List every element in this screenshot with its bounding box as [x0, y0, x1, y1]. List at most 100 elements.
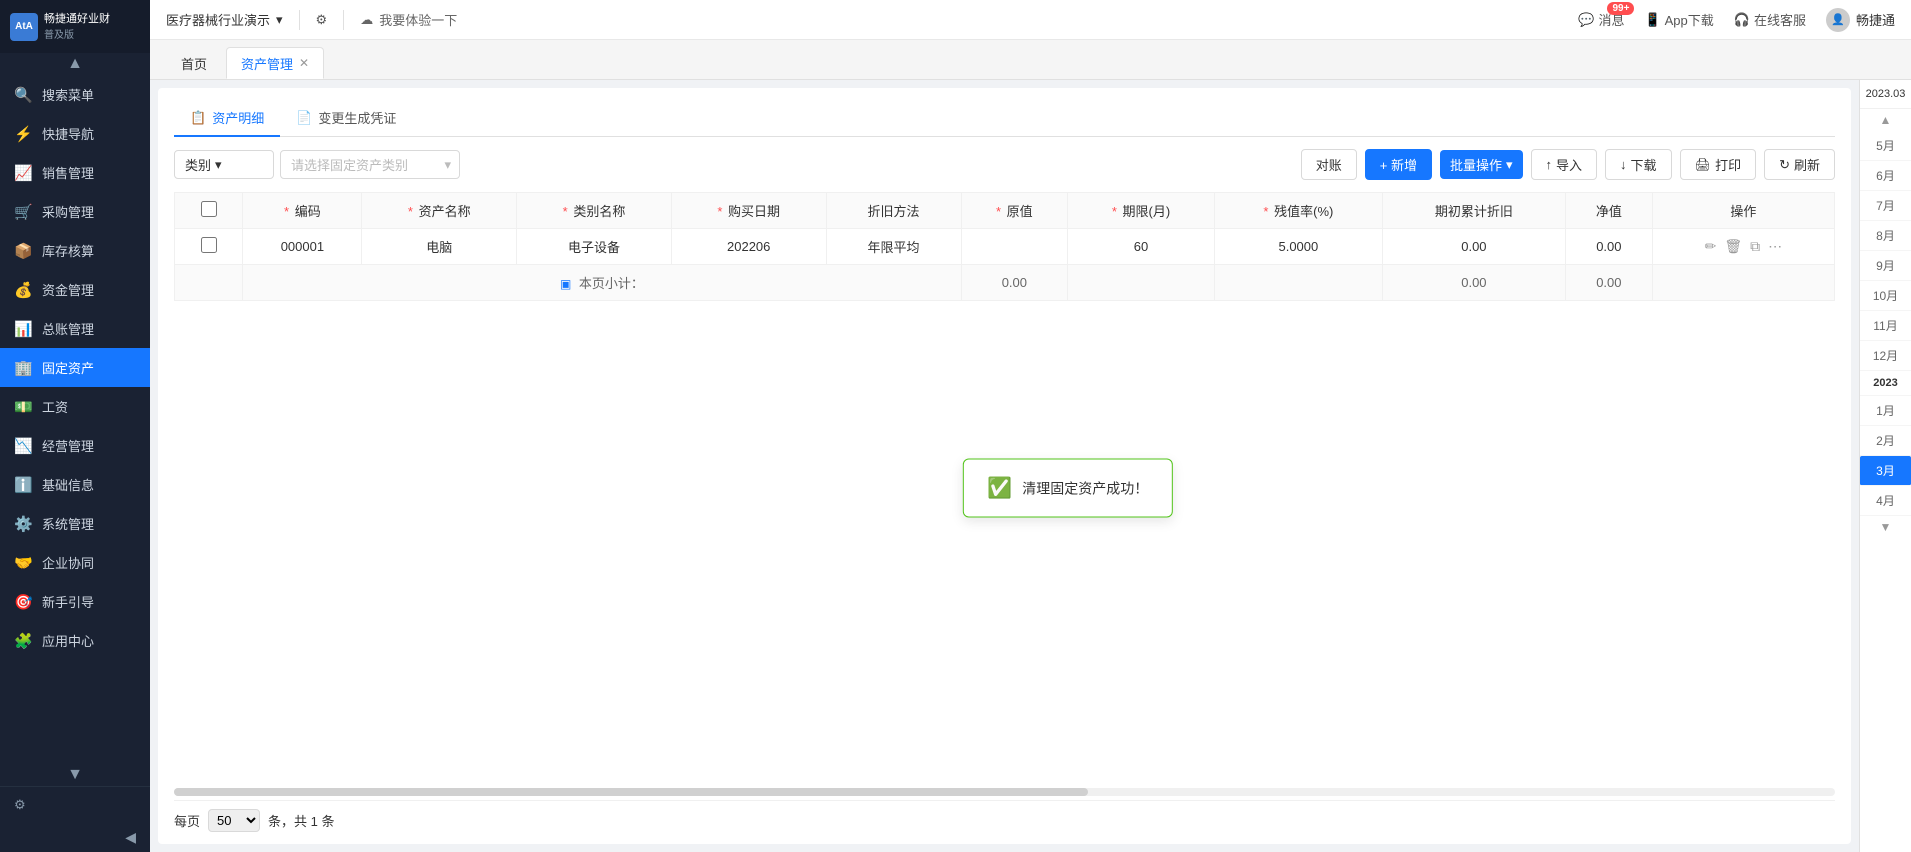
- sidebar-item-management[interactable]: 📉 经营管理: [0, 426, 150, 465]
- row-net-value: 0.00: [1565, 229, 1652, 265]
- tab-close-icon[interactable]: ✕: [299, 56, 309, 70]
- sidebar-scroll-down[interactable]: ▼: [0, 764, 150, 786]
- sidebar-nav: 🔍 搜索菜单 ⚡ 快捷导航 📈 销售管理 🛒 采购管理 📦 库存核算 💰 资金管…: [0, 75, 150, 764]
- timeline-month-7[interactable]: 7月: [1860, 191, 1911, 221]
- batch-dropdown-icon: ▾: [1506, 157, 1513, 173]
- topbar-divider2: [343, 10, 344, 30]
- experience-button[interactable]: ☁ 我要体验一下: [360, 10, 457, 29]
- sidebar-item-finance[interactable]: 💰 资金管理: [0, 270, 150, 309]
- sub-tab-change-voucher[interactable]: 📄 变更生成凭证: [280, 100, 412, 137]
- timeline-month-2[interactable]: 2月: [1860, 426, 1911, 456]
- col-purchase-date: * 购买日期: [671, 193, 826, 229]
- sidebar-item-label: 快捷导航: [42, 124, 94, 143]
- sub-tabs: 📋 资产明细 📄 变更生成凭证: [174, 100, 1835, 137]
- data-table: * 编码 * 资产名称 * 类别名称: [174, 192, 1835, 301]
- settings-button[interactable]: ⚙: [316, 12, 328, 28]
- online-service-button[interactable]: 🎧 在线客服: [1734, 10, 1806, 29]
- sidebar-item-quicknav[interactable]: ⚡ 快捷导航: [0, 114, 150, 153]
- per-page-select[interactable]: 50 100 200: [208, 809, 260, 832]
- batch-ops-button[interactable]: 批量操作 ▾: [1440, 150, 1523, 179]
- new-button[interactable]: + 新增: [1365, 149, 1432, 180]
- right-panel-down-arrow[interactable]: ▼: [1880, 516, 1892, 538]
- reconcile-button[interactable]: 对账: [1301, 149, 1357, 180]
- row-checkbox[interactable]: [201, 237, 217, 253]
- col-code: * 编码: [243, 193, 362, 229]
- table-row: 000001 电脑 电子设备 202206 年限平均 60 5.0000 0.0…: [175, 229, 1835, 265]
- timeline-month-5[interactable]: 5月: [1860, 131, 1911, 161]
- user-avatar: 👤: [1826, 8, 1850, 32]
- sidebar-item-purchase[interactable]: 🛒 采购管理: [0, 192, 150, 231]
- timeline-month-8[interactable]: 8月: [1860, 221, 1911, 251]
- right-panel-up-arrow[interactable]: ▲: [1880, 109, 1892, 131]
- sidebar-item-search[interactable]: 🔍 搜索菜单: [0, 75, 150, 114]
- timeline-month-4[interactable]: 4月: [1860, 486, 1911, 516]
- success-toast: ✅ 清理固定资产成功！: [962, 459, 1173, 518]
- timeline-month-11[interactable]: 11月: [1860, 311, 1911, 341]
- col-name: * 资产名称: [362, 193, 517, 229]
- timeline-month-6[interactable]: 6月: [1860, 161, 1911, 191]
- pagination-bar: 每页 50 100 200 条，共 1 条: [174, 800, 1835, 832]
- col-period: * 期限(月): [1068, 193, 1215, 229]
- copy-icon[interactable]: ⧉: [1750, 238, 1760, 255]
- sales-icon: 📈: [14, 164, 32, 182]
- select-all-checkbox[interactable]: [201, 201, 217, 217]
- import-button[interactable]: ↑ 导入: [1531, 149, 1598, 180]
- company-selector[interactable]: 医疗器械行业演示 ▾: [166, 10, 283, 29]
- import-icon: ↑: [1546, 157, 1553, 172]
- app-download-button[interactable]: 📱 App下载: [1644, 10, 1713, 29]
- toolbar: 类别 ▾ 请选择固定资产类别 ▾ 对账 + 新增 批量操作 ▾: [174, 149, 1835, 180]
- tab-home[interactable]: 首页: [166, 47, 222, 79]
- username: 畅捷通: [1856, 10, 1895, 29]
- right-panel-header: 2023.03: [1860, 80, 1911, 109]
- sidebar-item-appcenter[interactable]: 🧩 应用中心: [0, 621, 150, 660]
- category-select[interactable]: 类别 ▾: [174, 150, 274, 179]
- sidebar-collapse-button[interactable]: ◀: [0, 823, 150, 852]
- quicknav-icon: ⚡: [14, 125, 32, 143]
- col-residual-rate: * 残值率(%): [1214, 193, 1382, 229]
- sidebar-scroll-up[interactable]: ▲: [0, 53, 150, 75]
- asset-detail-label: 资产明细: [212, 108, 264, 127]
- timeline-month-10[interactable]: 10月: [1860, 281, 1911, 311]
- per-page-label: 每页: [174, 811, 200, 830]
- sidebar-item-sales[interactable]: 📈 销售管理: [0, 153, 150, 192]
- category-filter: 类别 ▾ 请选择固定资产类别 ▾: [174, 150, 460, 179]
- tab-asset-management[interactable]: 资产管理 ✕: [226, 47, 324, 79]
- table-scrollbar[interactable]: [174, 788, 1835, 796]
- row-code: 000001: [243, 229, 362, 265]
- timeline-month-12[interactable]: 12月: [1860, 341, 1911, 371]
- sidebar-item-label: 采购管理: [42, 202, 94, 221]
- category-dropdown-input[interactable]: 请选择固定资产类别 ▾: [280, 150, 460, 179]
- subtotal-icon: ▣: [560, 277, 571, 291]
- messages-button[interactable]: 💬 消息 99+: [1578, 10, 1624, 29]
- sidebar-item-label: 企业协同: [42, 553, 94, 572]
- sub-tab-asset-detail[interactable]: 📋 资产明细: [174, 100, 280, 137]
- dropdown-arrow-icon: ▾: [444, 157, 451, 173]
- print-button[interactable]: 🖨 打印: [1680, 149, 1757, 180]
- category-placeholder: 请选择固定资产类别: [291, 155, 408, 174]
- batch-ops-label: 批量操作: [1450, 155, 1502, 174]
- sidebar-item-collab[interactable]: 🤝 企业协同: [0, 543, 150, 582]
- timeline-month-9[interactable]: 9月: [1860, 251, 1911, 281]
- timeline-month-3-current[interactable]: 3月: [1860, 456, 1911, 486]
- edit-icon[interactable]: ✏: [1705, 238, 1717, 255]
- chevron-down-icon: ▾: [276, 12, 283, 28]
- tab-bar: 首页 资产管理 ✕: [150, 40, 1911, 80]
- sidebar-item-system[interactable]: ⚙️ 系统管理: [0, 504, 150, 543]
- sidebar-item-tutorial[interactable]: 🎯 新手引导: [0, 582, 150, 621]
- col-checkbox: [175, 193, 243, 229]
- more-icon[interactable]: ⋯: [1768, 238, 1782, 255]
- download-button[interactable]: ↓ 下载: [1605, 149, 1672, 180]
- sidebar-item-inventory[interactable]: 📦 库存核算: [0, 231, 150, 270]
- refresh-button[interactable]: ↻ 刷新: [1764, 149, 1835, 180]
- sidebar-item-basicinfo[interactable]: ℹ️ 基础信息: [0, 465, 150, 504]
- sidebar-item-salary[interactable]: 💵 工资: [0, 387, 150, 426]
- sidebar-settings[interactable]: ⚙: [0, 786, 150, 823]
- delete-icon[interactable]: 🗑: [1724, 238, 1742, 255]
- timeline-month-1[interactable]: 1月: [1860, 396, 1911, 426]
- sidebar-item-fixed-assets[interactable]: 🏢 固定资产: [0, 348, 150, 387]
- user-menu[interactable]: 👤 畅捷通: [1826, 8, 1895, 32]
- category-label: 类别: [185, 155, 211, 174]
- cloud-icon: ☁: [360, 12, 373, 28]
- row-name: 电脑: [362, 229, 517, 265]
- sidebar-item-ledger[interactable]: 📊 总账管理: [0, 309, 150, 348]
